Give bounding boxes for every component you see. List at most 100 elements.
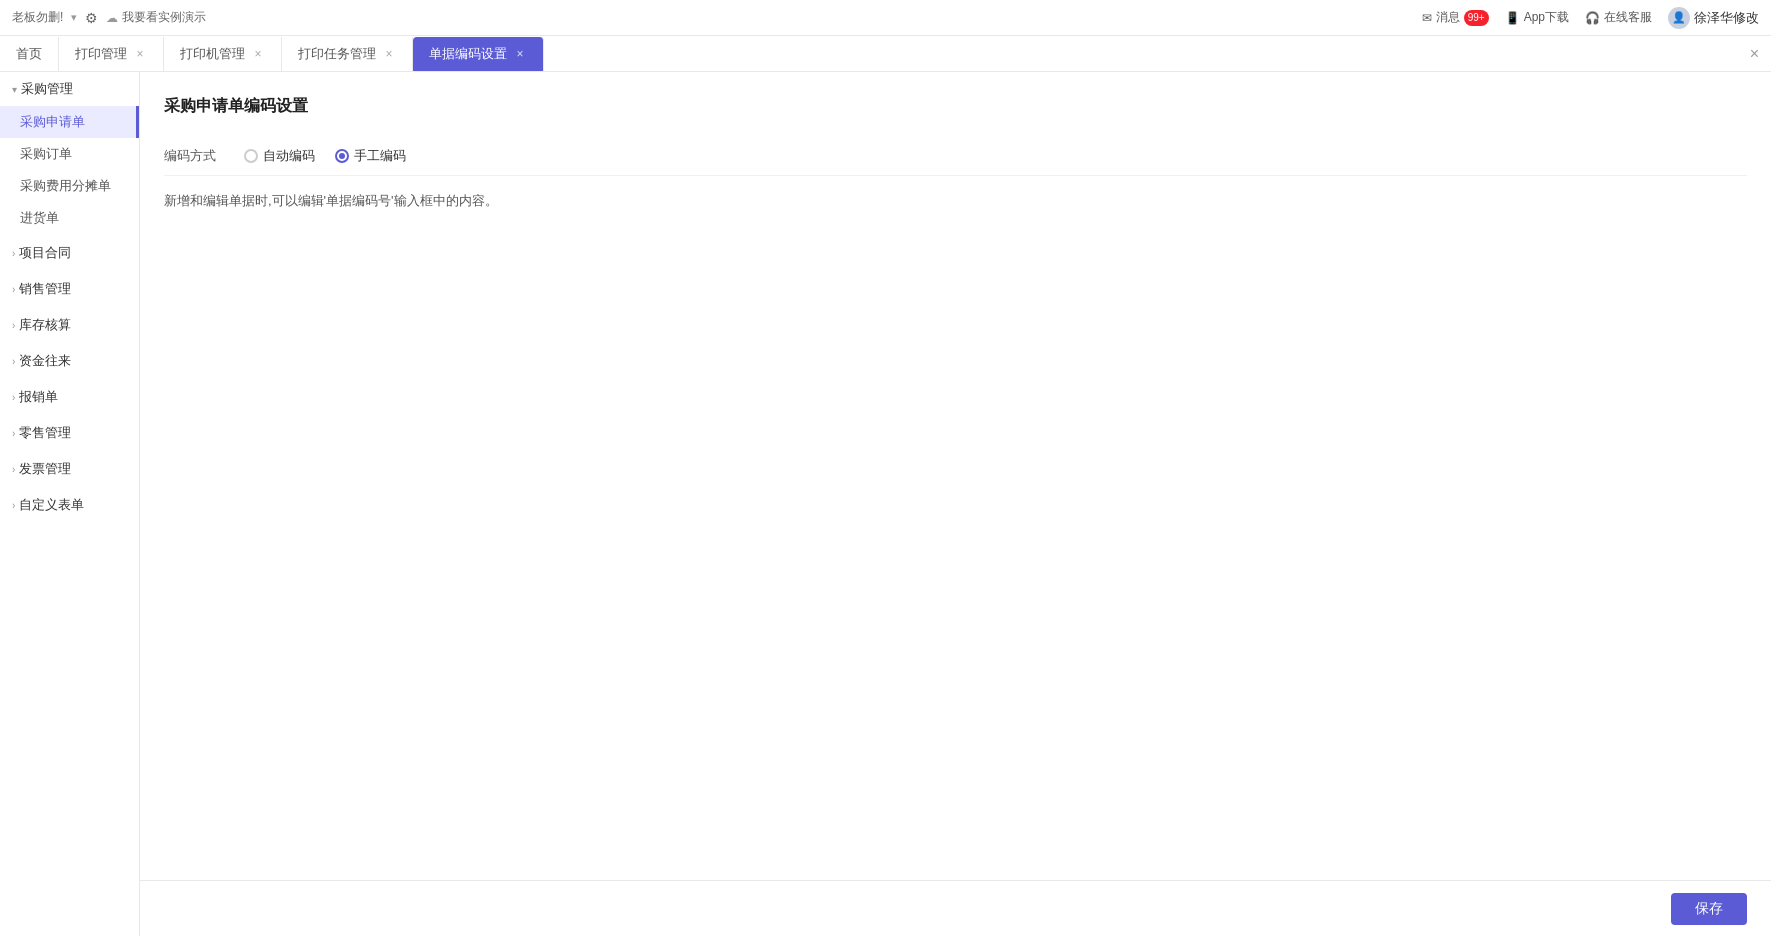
hint-text: 新增和编辑单据时,可以编辑'单据编码号'输入框中的内容。 [164,192,1747,210]
sidebar-item-purchase-expense[interactable]: 采购费用分摊单 [0,170,139,202]
chevron-down-icon: ▾ [71,11,77,24]
message-action[interactable]: ✉ 消息 99+ [1422,9,1489,26]
save-button[interactable]: 保存 [1671,893,1747,925]
arrow-right-icon-6: › [12,464,15,475]
sidebar-group-returns-label: 报销单 [19,388,58,406]
tab-printer-mgmt-close[interactable]: × [251,47,265,61]
sidebar-group-custom-forms-title[interactable]: › 自定义表单 [0,488,139,522]
sidebar-group-custom-forms: › 自定义表单 [0,488,139,522]
main-layout: ▾ 采购管理 采购申请单 采购订单 采购费用分摊单 进货单 › 项目合同 [0,72,1771,936]
sidebar-group-sales-mgmt-label: 销售管理 [19,280,71,298]
radio-manual-coding-label: 手工编码 [354,147,406,165]
sidebar-group-project-contract-label: 项目合同 [19,244,71,262]
sidebar-item-purchase-expense-label: 采购费用分摊单 [20,178,111,193]
sidebar-group-project-contract: › 项目合同 [0,236,139,270]
sidebar-item-purchase-request-label: 采购申请单 [20,114,85,129]
arrow-right-icon-1: › [12,284,15,295]
coding-method-row: 编码方式 自动编码 手工编码 [164,137,1747,176]
top-bar: 老板勿删! ▾ ⚙ ☁ 我要看实例演示 ✉ 消息 99+ 📱 App下载 🎧 在… [0,0,1771,36]
demo-label: 我要看实例演示 [122,9,206,26]
tab-print-mgmt-close[interactable]: × [133,47,147,61]
tab-single-code-setting-close[interactable]: × [513,47,527,61]
online-service-action[interactable]: 🎧 在线客服 [1585,9,1652,26]
sidebar-group-returns: › 报销单 [0,380,139,414]
app-download-action[interactable]: 📱 App下载 [1505,9,1569,26]
user-name: 徐泽华修改 [1694,9,1759,27]
arrow-right-icon-3: › [12,356,15,367]
demo-link[interactable]: ☁ 我要看实例演示 [106,9,206,26]
arrow-right-icon-4: › [12,392,15,403]
sidebar-group-invoice-mgmt-label: 发票管理 [19,460,71,478]
arrow-right-icon-5: › [12,428,15,439]
message-badge: 99+ [1464,10,1489,26]
radio-auto-coding[interactable]: 自动编码 [244,147,315,165]
sidebar-item-purchase-order-label: 采购订单 [20,146,72,161]
arrow-down-icon: ▾ [12,84,17,95]
sidebar-item-incoming[interactable]: 进货单 [0,202,139,234]
content-area: 采购申请单编码设置 编码方式 自动编码 手工编码 [140,72,1771,936]
sidebar-group-inventory-title[interactable]: › 库存核算 [0,308,139,342]
avatar: 👤 [1668,7,1690,29]
sidebar-group-funds: › 资金往来 [0,344,139,378]
radio-group: 自动编码 手工编码 [244,147,406,165]
tab-print-task-mgmt-label: 打印任务管理 [298,45,376,63]
tab-home[interactable]: 首页 [0,37,59,71]
sidebar-group-sales-mgmt-title[interactable]: › 销售管理 [0,272,139,306]
sidebar-item-incoming-label: 进货单 [20,210,59,225]
sidebar-group-inventory-label: 库存核算 [19,316,71,334]
sidebar-group-project-contract-title[interactable]: › 项目合同 [0,236,139,270]
sidebar-item-purchase-request[interactable]: 采购申请单 [0,106,139,138]
top-bar-left: 老板勿删! ▾ ⚙ ☁ 我要看实例演示 [12,9,206,26]
sidebar-group-retail-mgmt-label: 零售管理 [19,424,71,442]
tab-printer-mgmt[interactable]: 打印机管理 × [164,37,282,71]
sidebar: ▾ 采购管理 采购申请单 采购订单 采购费用分摊单 进货单 › 项目合同 [0,72,140,936]
brand-label[interactable]: 老板勿删! [12,9,63,26]
sidebar-group-purchase-mgmt-label: 采购管理 [21,80,73,98]
content-footer: 保存 [140,880,1771,936]
top-bar-right: ✉ 消息 99+ 📱 App下载 🎧 在线客服 👤 徐泽华修改 [1422,7,1759,29]
sidebar-group-inventory: › 库存核算 [0,308,139,342]
sidebar-group-funds-title[interactable]: › 资金往来 [0,344,139,378]
tab-print-mgmt-label: 打印管理 [75,45,127,63]
settings-icon[interactable]: ⚙ [85,10,98,26]
app-download-label: App下载 [1524,9,1569,26]
radio-auto-coding-label: 自动编码 [263,147,315,165]
close-all-tabs-button[interactable]: × [1738,37,1771,71]
tab-single-code-setting[interactable]: 单据编码设置 × [413,37,544,71]
app-download-icon: 📱 [1505,11,1520,25]
tab-single-code-setting-label: 单据编码设置 [429,45,507,63]
tab-bar: 首页 打印管理 × 打印机管理 × 打印任务管理 × 单据编码设置 × × [0,36,1771,72]
sidebar-group-custom-forms-label: 自定义表单 [19,496,84,514]
radio-auto-coding-circle[interactable] [244,149,258,163]
arrow-right-icon-2: › [12,320,15,331]
page-title: 采购申请单编码设置 [164,96,1747,117]
tab-printer-mgmt-label: 打印机管理 [180,45,245,63]
content-inner: 采购申请单编码设置 编码方式 自动编码 手工编码 [140,72,1771,880]
tab-home-label: 首页 [16,45,42,63]
sidebar-group-sales-mgmt: › 销售管理 [0,272,139,306]
sidebar-group-invoice-mgmt: › 发票管理 [0,452,139,486]
coding-method-label: 编码方式 [164,147,244,165]
tab-print-mgmt[interactable]: 打印管理 × [59,37,164,71]
tab-print-task-mgmt[interactable]: 打印任务管理 × [282,37,413,71]
sidebar-group-purchase-mgmt: ▾ 采购管理 采购申请单 采购订单 采购费用分摊单 进货单 [0,72,139,234]
user-area[interactable]: 👤 徐泽华修改 [1668,7,1759,29]
sidebar-group-purchase-mgmt-title[interactable]: ▾ 采购管理 [0,72,139,106]
sidebar-group-retail-mgmt: › 零售管理 [0,416,139,450]
sidebar-group-retail-mgmt-title[interactable]: › 零售管理 [0,416,139,450]
radio-manual-coding-circle[interactable] [335,149,349,163]
radio-manual-coding[interactable]: 手工编码 [335,147,406,165]
sidebar-group-invoice-mgmt-title[interactable]: › 发票管理 [0,452,139,486]
sidebar-group-returns-title[interactable]: › 报销单 [0,380,139,414]
setting-section: 编码方式 自动编码 手工编码 [164,137,1747,176]
arrow-right-icon-0: › [12,248,15,259]
message-label: 消息 [1436,9,1460,26]
tab-print-task-mgmt-close[interactable]: × [382,47,396,61]
message-icon: ✉ [1422,11,1432,25]
arrow-right-icon-7: › [12,500,15,511]
service-label: 在线客服 [1604,9,1652,26]
service-icon: 🎧 [1585,11,1600,25]
sidebar-item-purchase-order[interactable]: 采购订单 [0,138,139,170]
cloud-icon: ☁ [106,11,118,25]
sidebar-group-funds-label: 资金往来 [19,352,71,370]
